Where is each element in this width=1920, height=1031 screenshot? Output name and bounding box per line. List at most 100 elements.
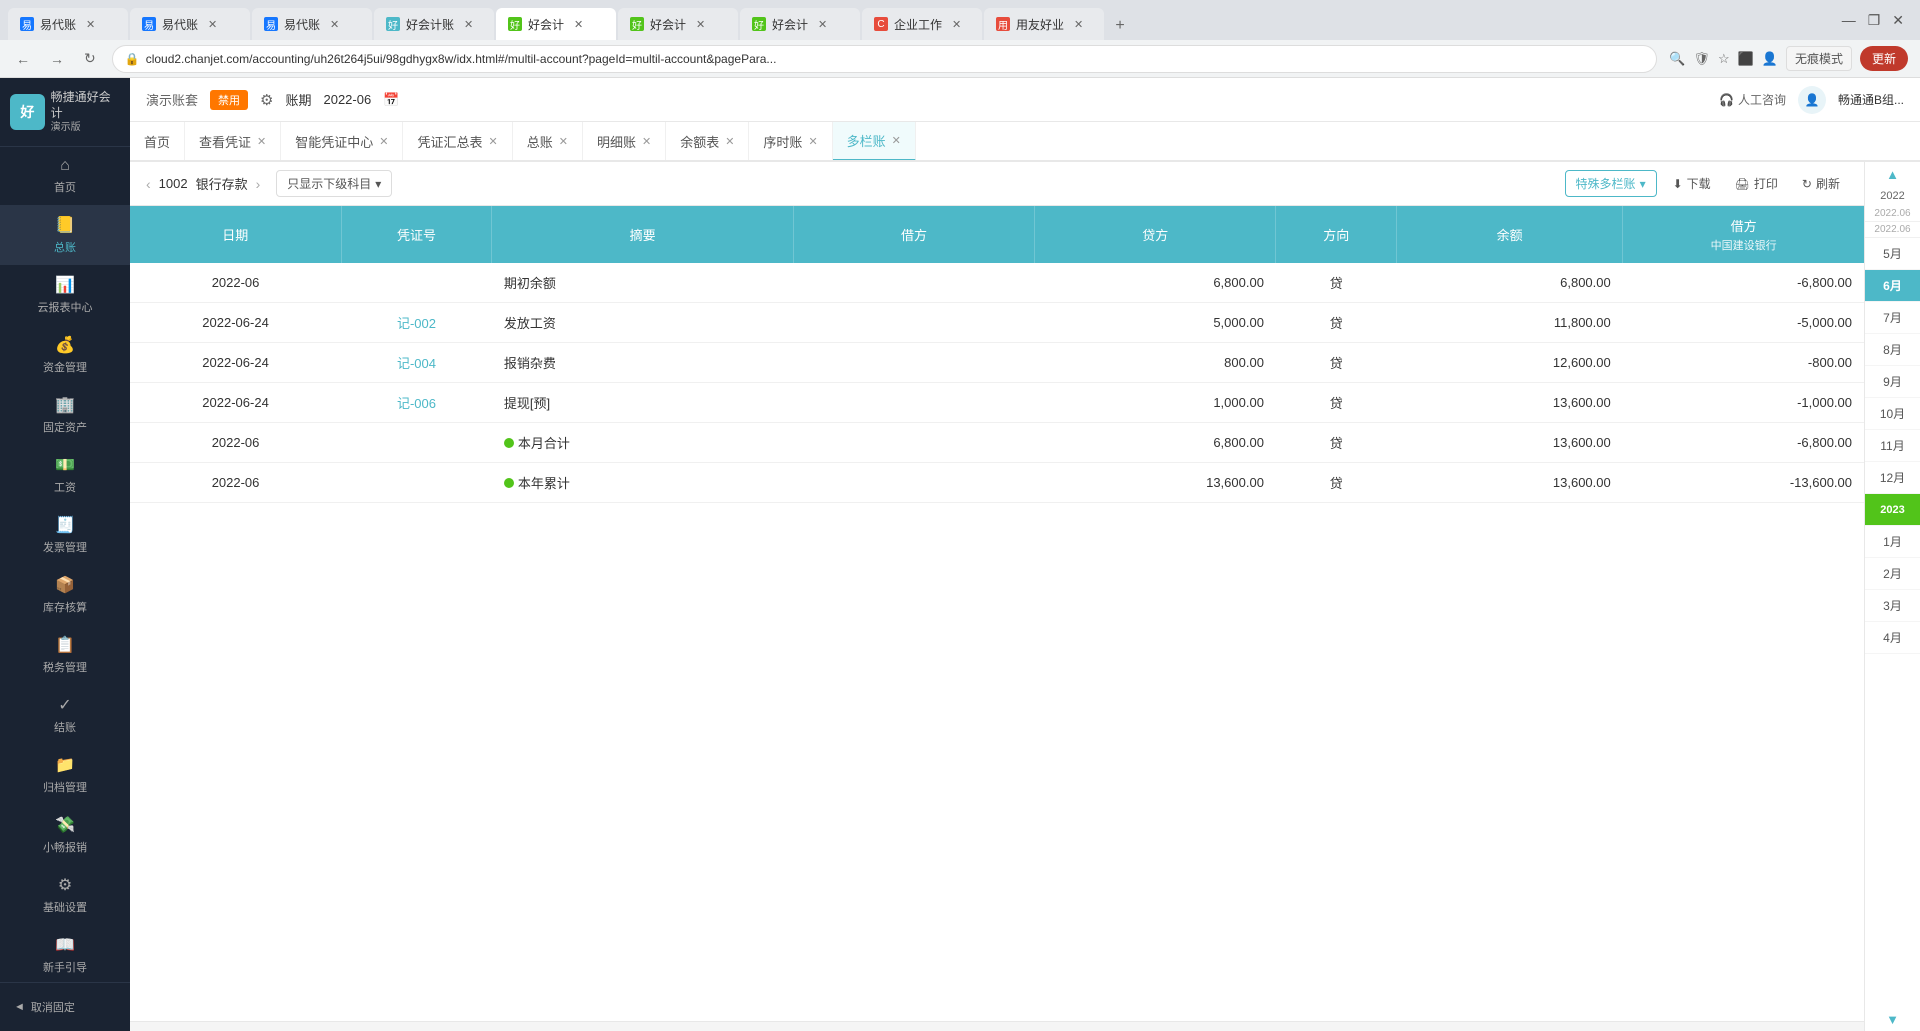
- refresh-button[interactable]: ↻ 刷新: [1794, 171, 1848, 196]
- sidebar-item-ledger[interactable]: 📒 总账: [0, 205, 130, 265]
- settings-icon[interactable]: ⚙: [260, 91, 273, 109]
- update-button[interactable]: 更新: [1860, 46, 1908, 71]
- nav-tab-close-icon[interactable]: ✕: [257, 135, 266, 148]
- browser-tab-5[interactable]: 好 好会计 ✕: [496, 8, 616, 40]
- tab-favicon: 好: [508, 17, 522, 31]
- nav-tab-smart-voucher[interactable]: 智能凭证中心✕: [281, 122, 403, 161]
- back-button[interactable]: ←: [12, 47, 34, 71]
- tab-close-icon[interactable]: ✕: [208, 18, 217, 31]
- month-item-2022-12月[interactable]: 12月: [1865, 462, 1920, 494]
- browser-maximize[interactable]: ❐: [1868, 12, 1881, 29]
- browser-tab-8[interactable]: C 企业工作 ✕: [862, 8, 982, 40]
- green-dot-icon: [504, 438, 514, 448]
- sidebar-item-reports[interactable]: 📊 云报表中心: [0, 265, 130, 325]
- browser-tab-1[interactable]: 易 易代账 ✕: [8, 8, 128, 40]
- filter-button[interactable]: 只显示下级科目 ▾: [276, 170, 392, 197]
- sidebar-item-home[interactable]: ⌂ 首页: [0, 147, 130, 205]
- browser-chrome: 易 易代账 ✕ 易 易代账 ✕ 易 易代账 ✕ 好 好会计账 ✕ 好 好会计 ✕…: [0, 0, 1920, 40]
- extension-icon[interactable]: ⬛: [1738, 51, 1754, 67]
- nav-tab-close-icon[interactable]: ✕: [489, 135, 498, 148]
- browser-tab-3[interactable]: 易 易代账 ✕: [252, 8, 372, 40]
- browser-minimize[interactable]: —: [1842, 12, 1856, 28]
- settings-icon: ⚙: [58, 875, 72, 895]
- month-item-2022-11月[interactable]: 11月: [1865, 430, 1920, 462]
- print-button[interactable]: 🖨 打印: [1727, 171, 1786, 196]
- browser-tab-4[interactable]: 好 好会计账 ✕: [374, 8, 494, 40]
- nav-tab-voucher-view[interactable]: 查看凭证✕: [185, 122, 281, 161]
- sidebar-item-invoice[interactable]: 🧾 发票管理: [0, 505, 130, 565]
- tab-close-icon[interactable]: ✕: [86, 18, 95, 31]
- tab-close-icon[interactable]: ✕: [464, 18, 473, 31]
- sidebar-item-assets[interactable]: 🏢 固定资产: [0, 385, 130, 445]
- browser-close[interactable]: ✕: [1892, 12, 1904, 29]
- nav-tab-close-icon[interactable]: ✕: [379, 135, 388, 148]
- nav-tab-close-icon[interactable]: ✕: [559, 135, 568, 148]
- month-item-2022-5月[interactable]: 5月: [1865, 238, 1920, 270]
- sidebar-item-guide[interactable]: 📖 新手引导: [0, 925, 130, 982]
- tab-close-icon[interactable]: ✕: [952, 18, 961, 31]
- search-icon[interactable]: 🔍: [1669, 51, 1685, 67]
- nav-tab-ledger[interactable]: 总账✕: [513, 122, 583, 161]
- tab-close-icon[interactable]: ✕: [1074, 18, 1083, 31]
- voucher-link[interactable]: 记-002: [397, 316, 436, 331]
- month-item-2022-6月[interactable]: 6月: [1865, 270, 1920, 302]
- th-credit: 贷方: [1035, 206, 1276, 263]
- scroll-down-button[interactable]: ▼: [1865, 1007, 1920, 1031]
- tab-close-icon[interactable]: ✕: [330, 18, 339, 31]
- prev-account-button[interactable]: ‹: [146, 176, 151, 192]
- sidebar-item-salary[interactable]: 💵 工资: [0, 445, 130, 505]
- refresh-button[interactable]: ↻: [80, 46, 100, 71]
- browser-tab-6[interactable]: 好 好会计 ✕: [618, 8, 738, 40]
- sidebar-item-archive[interactable]: 📁 归档管理: [0, 745, 130, 805]
- sidebar-item-inventory[interactable]: 📦 库存核算: [0, 565, 130, 625]
- month-item-2023-2月[interactable]: 2月: [1865, 558, 1920, 590]
- nav-tab-close-icon[interactable]: ✕: [725, 135, 734, 148]
- consult-button[interactable]: 🎧 人工咨询: [1719, 91, 1786, 108]
- month-item-2022-10月[interactable]: 10月: [1865, 398, 1920, 430]
- browser-tab-7[interactable]: 好 好会计 ✕: [740, 8, 860, 40]
- bottom-scrollbar[interactable]: [130, 1021, 1864, 1031]
- sidebar-item-settle[interactable]: ✓ 结账: [0, 685, 130, 745]
- tab-close-icon[interactable]: ✕: [818, 18, 827, 31]
- nav-tab-close-icon[interactable]: ✕: [808, 135, 817, 148]
- month-item-2022-8月[interactable]: 8月: [1865, 334, 1920, 366]
- nav-tab-multi-ledger[interactable]: 多栏账✕: [833, 122, 916, 161]
- nav-tab-label: 凭证汇总表: [417, 132, 482, 151]
- sidebar-item-funds[interactable]: 💰 资金管理: [0, 325, 130, 385]
- browser-tab-2[interactable]: 易 易代账 ✕: [130, 8, 250, 40]
- voucher-link[interactable]: 记-006: [397, 396, 436, 411]
- voucher-link[interactable]: 记-004: [397, 356, 436, 371]
- scroll-up-button[interactable]: ▲: [1865, 162, 1920, 186]
- tab-close-icon[interactable]: ✕: [574, 18, 583, 31]
- month-item-2022-7月[interactable]: 7月: [1865, 302, 1920, 334]
- month-item-2022-9月[interactable]: 9月: [1865, 366, 1920, 398]
- nav-tab-close-icon[interactable]: ✕: [892, 134, 901, 147]
- browser-tab-9[interactable]: 用 用友好业 ✕: [984, 8, 1104, 40]
- profile-icon[interactable]: 👤: [1762, 51, 1778, 67]
- star-icon[interactable]: ☆: [1718, 51, 1730, 67]
- sidebar-item-expense[interactable]: 💸 小畅报销: [0, 805, 130, 865]
- month-item-2023-4月[interactable]: 4月: [1865, 622, 1920, 654]
- nav-tab-voucher-summary[interactable]: 凭证汇总表 ✕: [403, 122, 512, 161]
- sidebar-item-tax[interactable]: 📋 税务管理: [0, 625, 130, 685]
- calendar-icon[interactable]: 📅: [383, 92, 399, 108]
- forward-button[interactable]: →: [46, 47, 68, 71]
- tag-button[interactable]: 禁用: [210, 90, 248, 110]
- nav-tab-balance-sheet[interactable]: 余额表✕: [666, 122, 749, 161]
- download-button[interactable]: ⬇ 下载: [1665, 171, 1719, 196]
- new-tab-button[interactable]: +: [1106, 12, 1134, 40]
- month-item-2023-1月[interactable]: 1月: [1865, 526, 1920, 558]
- tab-close-icon[interactable]: ✕: [696, 18, 705, 31]
- nav-tab-close-icon[interactable]: ✕: [642, 135, 651, 148]
- nav-tab-detail-ledger[interactable]: 明细账✕: [583, 122, 666, 161]
- nav-tab-home[interactable]: 首页: [130, 122, 185, 161]
- pin-button[interactable]: ◄ 取消固定: [10, 993, 120, 1021]
- feature-button[interactable]: 特殊多栏账 ▾: [1565, 170, 1657, 197]
- shield-icon[interactable]: 🛡: [1693, 51, 1710, 67]
- sidebar-item-settings[interactable]: ⚙ 基础设置: [0, 865, 130, 925]
- next-account-button[interactable]: ›: [256, 176, 261, 192]
- url-bar[interactable]: 🔒 cloud2.chanjet.com/accounting/uh26t264…: [112, 45, 1658, 73]
- month-item-2023-3月[interactable]: 3月: [1865, 590, 1920, 622]
- stealth-button[interactable]: 无痕模式: [1786, 46, 1852, 71]
- nav-tab-sequence-ledger[interactable]: 序时账✕: [749, 122, 832, 161]
